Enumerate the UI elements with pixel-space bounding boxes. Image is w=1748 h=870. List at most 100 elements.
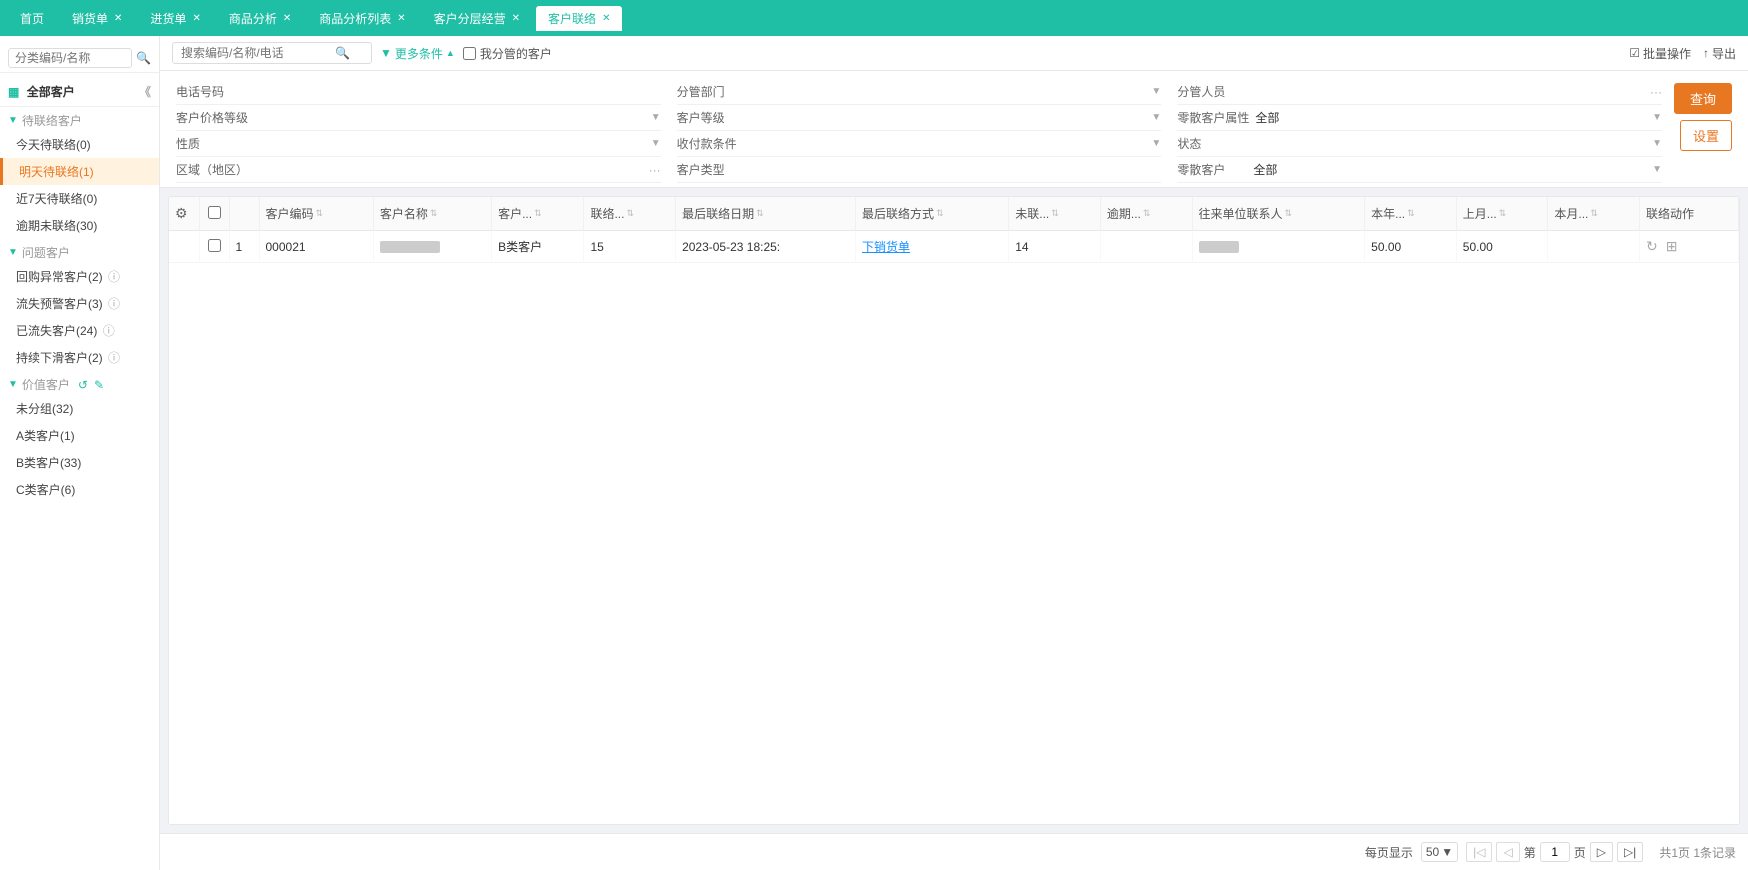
sidebar-group-pending[interactable]: ▼ 待联络客户 — [0, 107, 159, 131]
next-page-btn[interactable]: ▷ — [1590, 842, 1613, 862]
refresh-icon-value[interactable]: ↺ — [78, 378, 88, 392]
filter-row-customer-grade: 客户等级 ▼ — [677, 105, 1162, 131]
bulk-operations-btn[interactable]: ☑ 批量操作 — [1629, 45, 1691, 62]
sidebar-item-today[interactable]: 今天待联络(0) — [0, 131, 159, 158]
sort-icon-date[interactable]: ⇅ — [756, 208, 764, 219]
select-all-checkbox[interactable] — [208, 206, 221, 219]
th-checkbox — [199, 197, 229, 231]
sort-icon-code[interactable]: ⇅ — [316, 208, 324, 219]
sort-icon-last-month[interactable]: ⇅ — [1499, 208, 1507, 219]
nav-product-analysis-table[interactable]: 商品分析列表 ✕ — [307, 6, 417, 31]
dept-select[interactable]: ▼ — [753, 86, 1162, 97]
sidebar-item-continuous-down[interactable]: 持续下滑客户(2) ⓘ — [0, 344, 159, 371]
search-input[interactable] — [181, 46, 331, 60]
sidebar-search-icon[interactable]: 🔍 — [136, 51, 151, 65]
page-size-caret-icon: ▼ — [1441, 845, 1453, 859]
nav-purchase[interactable]: 进货单 ✕ — [138, 6, 212, 31]
prev-page-btn[interactable]: ◁ — [1496, 842, 1519, 862]
nav-customer-segment-close[interactable]: ✕ — [512, 13, 520, 24]
row-gear-cell — [169, 231, 199, 263]
nav-product-analysis-table-close[interactable]: ✕ — [397, 13, 405, 24]
retail-attr-select[interactable]: 全部 ▼ — [1255, 109, 1662, 126]
sidebar-item-week[interactable]: 近7天待联络(0) — [0, 185, 159, 212]
sidebar-item-overdue[interactable]: 逾期未联络(30) — [0, 212, 159, 239]
query-button[interactable]: 查询 — [1674, 83, 1732, 114]
sort-icon-method[interactable]: ⇅ — [936, 208, 944, 219]
all-customers-item[interactable]: ▦ 全部客户 《 — [0, 77, 159, 107]
region-select[interactable]: ··· — [254, 163, 661, 177]
triangle-icon-pending: ▼ — [8, 115, 18, 126]
nav-sales-close[interactable]: ✕ — [114, 13, 122, 24]
last-contact-method-link[interactable]: 下销货单 — [862, 240, 910, 254]
sidebar-item-churned[interactable]: 已流失客户(24) ⓘ — [0, 317, 159, 344]
action-refresh-icon[interactable]: ↻ — [1646, 238, 1658, 255]
table-row: 1 000021 B类客户 15 — [169, 231, 1739, 263]
page-size-select[interactable]: 50 ▼ — [1421, 842, 1458, 862]
my-customers-checkbox-label[interactable]: 我分管的客户 — [463, 45, 552, 62]
payment-select[interactable]: ▼ — [753, 138, 1162, 149]
sidebar-item-class-b[interactable]: B类客户(33) — [0, 449, 159, 476]
sidebar-item-unclassified[interactable]: 未分组(32) — [0, 395, 159, 422]
action-grid-icon[interactable]: ⊞ — [1666, 238, 1678, 255]
sort-icon-person[interactable]: ⇅ — [1285, 208, 1293, 219]
collapse-icon[interactable]: 《 — [139, 83, 151, 100]
customer-name-masked — [380, 241, 440, 253]
sort-icon-this-year[interactable]: ⇅ — [1407, 208, 1415, 219]
sort-icon-this-month[interactable]: ⇅ — [1590, 208, 1598, 219]
status-select[interactable]: ▼ — [1253, 138, 1662, 149]
row-checkbox[interactable] — [208, 239, 221, 252]
phone-input[interactable] — [252, 85, 661, 99]
nav-product-analysis[interactable]: 商品分析 ✕ — [217, 6, 303, 31]
sidebar-item-class-a[interactable]: A类客户(1) — [0, 422, 159, 449]
sidebar-item-tomorrow[interactable]: 明天待联络(1) — [0, 158, 159, 185]
sidebar-item-lost-risk[interactable]: 流失预警客户(3) ⓘ — [0, 290, 159, 317]
content-area: 🔍 ▼ 更多条件 ▲ 我分管的客户 ☑ 批量操作 ↑ 导出 — [160, 36, 1748, 870]
customer-grade-select[interactable]: ▼ — [753, 112, 1162, 123]
sidebar-group-problem[interactable]: ▼ 问题客户 — [0, 239, 159, 263]
th-contact: 联络... ⇅ — [584, 197, 676, 231]
top-navigation: 首页 销货单 ✕ 进货单 ✕ 商品分析 ✕ 商品分析列表 ✕ 客户分层经营 ✕ … — [0, 0, 1748, 36]
nav-customer-segment[interactable]: 客户分层经营 ✕ — [422, 6, 532, 31]
my-customers-checkbox[interactable] — [463, 47, 476, 60]
price-grade-select[interactable]: ▼ — [254, 112, 661, 123]
retail-customer-select[interactable]: 全部 ▼ — [1253, 161, 1662, 178]
sort-icon-overdue[interactable]: ⇅ — [1143, 208, 1151, 219]
settings-button[interactable]: 设置 — [1680, 120, 1732, 151]
region-dots-icon[interactable]: ··· — [649, 163, 661, 177]
filter-bar: 🔍 ▼ 更多条件 ▲ 我分管的客户 ☑ 批量操作 ↑ 导出 — [160, 36, 1748, 71]
export-btn[interactable]: ↑ 导出 — [1703, 45, 1736, 62]
th-actions: 联络动作 — [1640, 197, 1739, 231]
sidebar-item-class-c[interactable]: C类客户(6) — [0, 476, 159, 503]
row-actions-cell: ↻ ⊞ — [1640, 231, 1739, 263]
caret-up-icon: ▲ — [446, 48, 455, 58]
nav-purchase-close[interactable]: ✕ — [192, 13, 200, 24]
last-page-btn[interactable]: ▷| — [1617, 842, 1643, 862]
edit-icon-value[interactable]: ✎ — [94, 378, 104, 392]
manager-dots-icon[interactable]: ··· — [1650, 85, 1662, 99]
page-input[interactable] — [1540, 842, 1570, 862]
sidebar-search-input[interactable] — [8, 48, 132, 68]
gear-icon[interactable]: ⚙ — [175, 205, 188, 221]
manager-select[interactable]: ··· — [1253, 85, 1662, 99]
table-footer: 每页显示 50 ▼ |◁ ◁ 第 页 ▷ ▷| 共1页 1条记录 — [160, 833, 1748, 870]
sidebar-item-repeat-abnormal[interactable]: 回购异常客户(2) ⓘ — [0, 263, 159, 290]
sort-icon-name[interactable]: ⇅ — [430, 208, 438, 219]
filter-row-retail-attr: 零散客户属性 全部 ▼ — [1177, 105, 1662, 131]
nav-customer-contact-close[interactable]: ✕ — [602, 13, 610, 24]
sort-icon-type[interactable]: ⇅ — [534, 208, 542, 219]
nav-home[interactable]: 首页 — [8, 6, 56, 31]
sort-icon-uncontacted[interactable]: ⇅ — [1051, 208, 1059, 219]
nav-customer-contact[interactable]: 客户联络 ✕ — [536, 6, 622, 31]
more-conditions-btn[interactable]: ▼ 更多条件 ▲ — [380, 45, 455, 62]
nature-select[interactable]: ▼ — [252, 138, 661, 149]
sort-icon-contact[interactable]: ⇅ — [626, 208, 634, 219]
sidebar-group-value[interactable]: ▼ 价值客户 ↺ ✎ — [0, 371, 159, 395]
first-page-btn[interactable]: |◁ — [1466, 842, 1492, 862]
row-method-cell: 下销货单 — [856, 231, 1009, 263]
nav-sales[interactable]: 销货单 ✕ — [60, 6, 134, 31]
search-icon[interactable]: 🔍 — [335, 46, 350, 60]
nav-product-analysis-close[interactable]: ✕ — [283, 13, 291, 24]
row-type-cell: B类客户 — [492, 231, 584, 263]
th-this-year: 本年... ⇅ — [1365, 197, 1457, 231]
row-uncontacted-cell: 14 — [1009, 231, 1101, 263]
